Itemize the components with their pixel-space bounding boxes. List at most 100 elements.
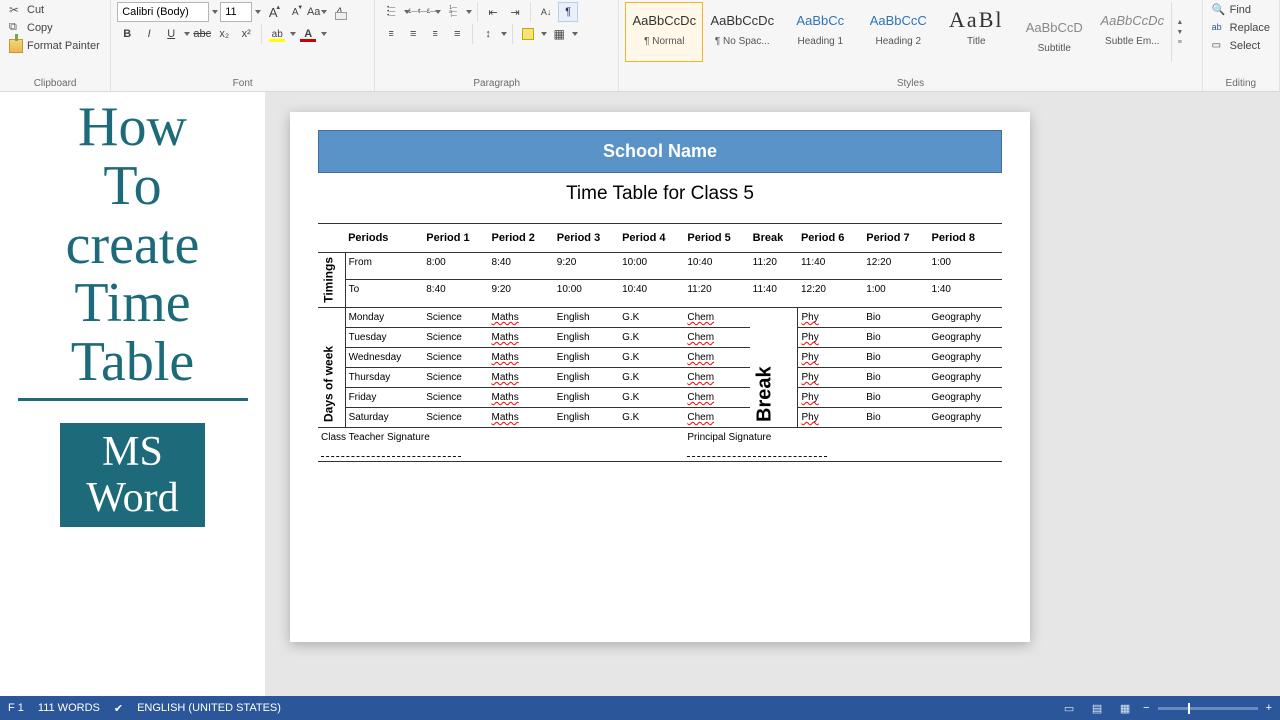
- style-preview: AaBbCcDc: [632, 6, 696, 34]
- web-layout-button[interactable]: ▦: [1115, 700, 1135, 716]
- decrease-indent-button[interactable]: [483, 2, 503, 22]
- show-paragraph-marks-button[interactable]: [558, 2, 578, 22]
- cut-icon: [9, 3, 23, 17]
- style--normal[interactable]: AaBbCcDc ¶ Normal: [625, 2, 703, 62]
- styles-gallery-more[interactable]: ▲▼≡: [1171, 2, 1187, 62]
- shading-button[interactable]: [518, 24, 538, 44]
- principal-signature: Principal Signature: [684, 427, 1002, 461]
- style-preview: AaBbCc: [788, 6, 852, 34]
- replace-icon: [1212, 21, 1226, 35]
- underline-button[interactable]: U: [161, 24, 181, 44]
- style-name-label: ¶ No Spac...: [710, 36, 774, 47]
- overlay-badge-line: Word: [86, 475, 178, 521]
- font-color-caret-icon[interactable]: [321, 32, 327, 36]
- numbering-button[interactable]: [412, 2, 432, 22]
- bullets-button[interactable]: [381, 2, 401, 22]
- break-label: Break: [750, 307, 798, 427]
- days-of-week-label: Days of week: [318, 307, 345, 427]
- styles-gallery: AaBbCcDc¶ NormalAaBbCcDc¶ No Spac...AaBb…: [625, 2, 1195, 62]
- change-case-button[interactable]: [307, 2, 327, 22]
- style-subtle-em-[interactable]: AaBbCcDcSubtle Em...: [1093, 2, 1171, 62]
- highlight-button[interactable]: [267, 24, 287, 44]
- line-spacing-caret-icon[interactable]: [501, 32, 507, 36]
- style-heading-2[interactable]: AaBbCcC Heading 2: [859, 2, 937, 62]
- replace-label: Replace: [1230, 22, 1270, 34]
- style-title[interactable]: AaBlTitle: [937, 2, 1015, 62]
- status-language[interactable]: ENGLISH (UNITED STATES): [137, 702, 281, 715]
- copy-button[interactable]: Copy: [6, 20, 104, 36]
- align-center-button[interactable]: [403, 24, 423, 44]
- strikethrough-button[interactable]: abc: [192, 24, 212, 44]
- cut-button[interactable]: Cut: [6, 2, 104, 18]
- justify-button[interactable]: [447, 24, 467, 44]
- highlight-caret-icon[interactable]: [290, 32, 296, 36]
- group-styles: AaBbCcDc¶ NormalAaBbCcDc¶ No Spac...AaBb…: [619, 0, 1202, 91]
- overlay-line: Time: [74, 274, 190, 333]
- font-name-caret-icon[interactable]: [212, 10, 218, 14]
- overlay-line: Table: [71, 333, 195, 392]
- group-paragraph: Paragraph: [375, 0, 619, 91]
- style-preview: AaBbCcDc: [710, 6, 774, 34]
- select-label: Select: [1230, 40, 1261, 52]
- zoom-slider[interactable]: [1158, 707, 1258, 710]
- format-painter-button[interactable]: Format Painter: [6, 38, 104, 54]
- style-name-label: Heading 2: [866, 36, 930, 47]
- clear-formatting-button[interactable]: [329, 2, 349, 22]
- style-subtitle[interactable]: AaBbCcD Subtitle: [1015, 2, 1093, 62]
- font-name-input[interactable]: [117, 2, 209, 22]
- style-heading-1[interactable]: AaBbCcHeading 1: [781, 2, 859, 62]
- print-layout-button[interactable]: ▤: [1087, 700, 1107, 716]
- grow-font-button[interactable]: [263, 2, 283, 22]
- status-page[interactable]: F 1: [8, 702, 24, 715]
- line-spacing-button[interactable]: [478, 24, 498, 44]
- shrink-font-button[interactable]: [285, 2, 305, 22]
- sort-button[interactable]: [536, 2, 556, 22]
- style-name-label: ¶ Normal: [632, 36, 696, 47]
- group-font: B I U abc x x Font: [111, 0, 375, 91]
- shading-caret-icon[interactable]: [541, 32, 547, 36]
- styles-group-label: Styles: [625, 76, 1195, 91]
- status-words[interactable]: 111 WORDS: [38, 702, 100, 715]
- underline-caret-icon[interactable]: [184, 32, 190, 36]
- multilevel-caret-icon[interactable]: [466, 10, 472, 14]
- borders-button[interactable]: [549, 24, 569, 44]
- align-right-button[interactable]: [425, 24, 445, 44]
- overlay-line: How: [78, 98, 187, 157]
- select-button[interactable]: Select: [1209, 38, 1273, 54]
- increase-indent-button[interactable]: [505, 2, 525, 22]
- find-button[interactable]: Find: [1209, 2, 1273, 18]
- status-proof-icon[interactable]: ✔: [114, 702, 123, 715]
- group-clipboard: Cut Copy Format Painter Clipboard: [0, 0, 111, 91]
- bold-button[interactable]: B: [117, 24, 137, 44]
- style-preview: AaBl: [944, 6, 1008, 34]
- copy-label: Copy: [27, 22, 53, 34]
- overlay-line: To: [103, 157, 161, 216]
- find-label: Find: [1230, 4, 1251, 16]
- overlay-line: create: [66, 216, 200, 275]
- superscript-button[interactable]: x: [236, 24, 256, 44]
- italic-button[interactable]: I: [139, 24, 159, 44]
- multilevel-list-button[interactable]: [443, 2, 463, 22]
- replace-button[interactable]: Replace: [1209, 20, 1273, 36]
- page[interactable]: School Name Time Table for Class 5 Perio…: [290, 112, 1030, 642]
- style-preview: AaBbCcD: [1016, 13, 1092, 41]
- subscript-button[interactable]: x: [214, 24, 234, 44]
- style-preview: AaBbCcDc: [1100, 6, 1164, 34]
- font-size-caret-icon[interactable]: [255, 10, 261, 14]
- align-left-button[interactable]: [381, 24, 401, 44]
- brush-icon: [9, 39, 23, 53]
- borders-caret-icon[interactable]: [572, 32, 578, 36]
- read-mode-button[interactable]: ▭: [1059, 700, 1079, 716]
- zoom-in-button[interactable]: +: [1266, 702, 1272, 714]
- overlay-badge: MS Word: [60, 423, 204, 527]
- video-title-overlay: How To create Time Table MS Word: [0, 92, 265, 696]
- font-group-label: Font: [117, 76, 368, 91]
- style-name-label: Subtitle: [1016, 43, 1092, 54]
- zoom-out-button[interactable]: −: [1143, 702, 1149, 714]
- ribbon: Cut Copy Format Painter Clipboard B I U: [0, 0, 1280, 92]
- timings-label: Timings: [318, 253, 345, 308]
- font-color-button[interactable]: [298, 24, 318, 44]
- font-size-input[interactable]: [220, 2, 252, 22]
- style-preview: AaBbCcC: [866, 6, 930, 34]
- style--no-spac-[interactable]: AaBbCcDc ¶ No Spac...: [703, 2, 781, 62]
